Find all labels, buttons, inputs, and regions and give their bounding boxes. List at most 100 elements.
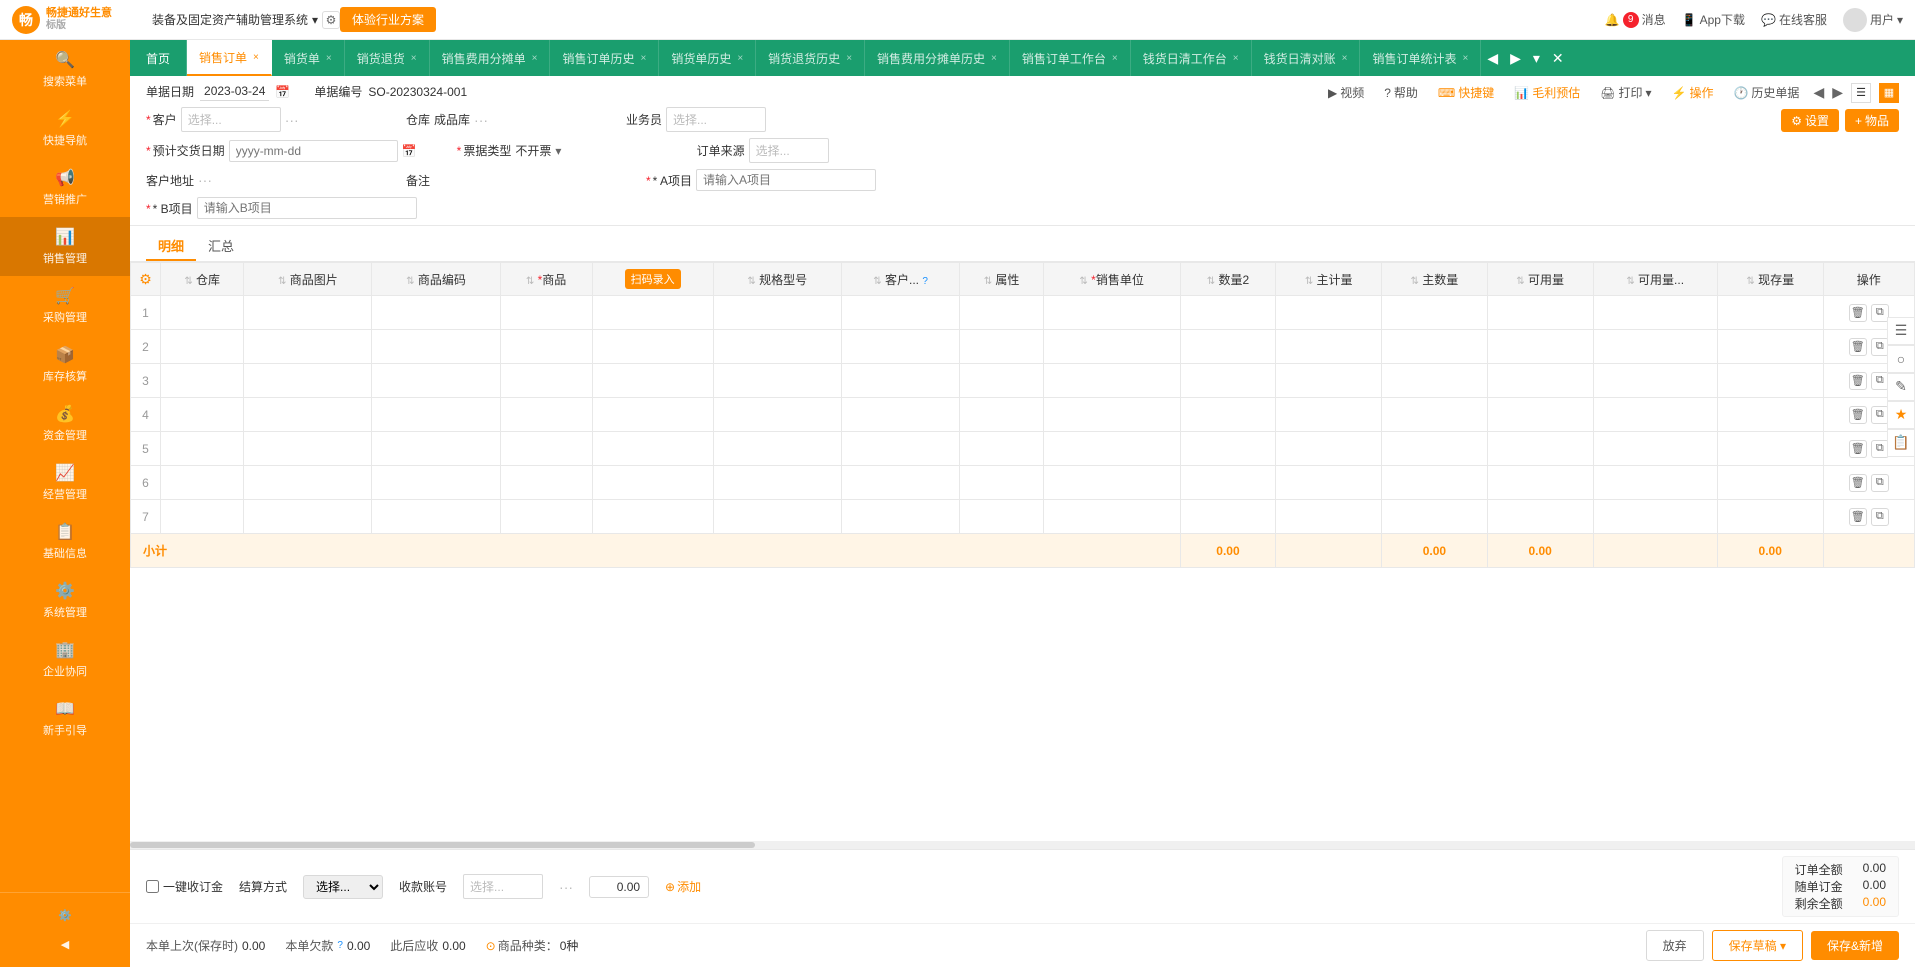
tab-close-goods-receipt[interactable]: × — [326, 53, 332, 64]
account-input[interactable]: 选择... — [463, 874, 543, 899]
profit-button[interactable]: 📊 毛利预估 — [1508, 82, 1586, 103]
sidebar-item-guide[interactable]: 📖 新手引导 — [0, 689, 130, 748]
payment-amount[interactable]: 0.00 — [589, 876, 649, 898]
row-2-main-qty[interactable] — [1382, 330, 1488, 364]
tab-stats[interactable]: 销售订单统计表 × — [1360, 40, 1481, 76]
row-5-customer-code[interactable] — [841, 432, 960, 466]
print-dropdown-icon[interactable]: ▾ — [1645, 86, 1651, 100]
tab-return-history[interactable]: 销货退货历史 × — [756, 40, 865, 76]
goods-button[interactable]: + 物品 — [1845, 109, 1899, 132]
detail-tab-mingxi[interactable]: 明细 — [146, 232, 196, 261]
row-1-customer-code[interactable] — [841, 296, 960, 330]
float-list-btn[interactable]: ☰ — [1887, 317, 1915, 345]
customer-more-icon[interactable]: ··· — [285, 112, 299, 128]
sidebar-item-quick[interactable]: ⚡ 快捷导航 — [0, 99, 130, 158]
sidebar-item-operation[interactable]: 📈 经营管理 — [0, 453, 130, 512]
row-2-customer-code[interactable] — [841, 330, 960, 364]
row-4-goods[interactable] — [500, 398, 592, 432]
row-5-unit[interactable] — [1043, 432, 1180, 466]
table-scrollbar[interactable] — [130, 841, 1915, 849]
sidebar-item-enterprise[interactable]: 🏢 企业协同 — [0, 630, 130, 689]
row-3-main-unit[interactable] — [1276, 364, 1382, 398]
tab-cash-daily[interactable]: 钱货日清工作台 × — [1131, 40, 1252, 76]
row-2-spec[interactable] — [713, 330, 841, 364]
row-5-code[interactable] — [372, 432, 500, 466]
tab-next-button[interactable]: ▶ — [1504, 50, 1527, 67]
row-4-main-qty[interactable] — [1382, 398, 1488, 432]
a-project-input[interactable] — [696, 169, 876, 191]
row-2-goods[interactable] — [500, 330, 592, 364]
save-new-button[interactable]: 保存&新增 — [1811, 931, 1899, 960]
row-3-unit[interactable] — [1043, 364, 1180, 398]
account-more-icon[interactable]: ··· — [559, 879, 573, 895]
grid-view-button[interactable]: ▦ — [1879, 83, 1899, 103]
row-5-main-unit[interactable] — [1276, 432, 1382, 466]
row-1-attr[interactable] — [960, 296, 1043, 330]
row-2-warehouse[interactable] — [161, 330, 244, 364]
row-2-qty2[interactable] — [1180, 330, 1276, 364]
sidebar-item-stock[interactable]: 📦 库存核算 — [0, 335, 130, 394]
customer-input[interactable]: 选择... — [181, 107, 281, 132]
save-draft-dropdown-icon[interactable]: ▾ — [1780, 939, 1786, 953]
help-button[interactable]: ? 帮助 — [1378, 82, 1424, 103]
tab-close-order-history[interactable]: × — [640, 53, 646, 64]
row-3-customer-code[interactable] — [841, 364, 960, 398]
row-7-qty2[interactable] — [1180, 500, 1276, 534]
row-4-attr[interactable] — [960, 398, 1043, 432]
sidebar-item-marketing[interactable]: 📢 营销推广 — [0, 158, 130, 217]
tab-home[interactable]: 首页 — [130, 40, 187, 76]
prev-record-button[interactable]: ◀ — [1813, 84, 1824, 101]
tab-close-return-history[interactable]: × — [846, 53, 852, 64]
sidebar-settings-btn[interactable]: ⚙️ — [0, 901, 130, 930]
row-7-goods[interactable] — [500, 500, 592, 534]
column-settings-icon[interactable]: ⚙ — [139, 271, 152, 288]
row-7-main-qty[interactable] — [1382, 500, 1488, 534]
delivery-calendar-icon[interactable]: 📅 — [402, 144, 417, 158]
operation-button[interactable]: ⚡ 操作 — [1666, 82, 1720, 103]
row-2-delete-btn[interactable]: 🗑 — [1849, 338, 1867, 356]
sidebar-item-base[interactable]: 📋 基础信息 — [0, 512, 130, 571]
row-7-main-unit[interactable] — [1276, 500, 1382, 534]
row-6-main-unit[interactable] — [1276, 466, 1382, 500]
online-support-button[interactable]: 💬 在线客服 — [1761, 11, 1827, 28]
sidebar-collapse-btn[interactable]: ◀ — [0, 930, 130, 959]
row-4-unit[interactable] — [1043, 398, 1180, 432]
row-6-main-qty[interactable] — [1382, 466, 1488, 500]
row-6-spec[interactable] — [713, 466, 841, 500]
next-record-button[interactable]: ▶ — [1832, 84, 1843, 101]
row-5-attr[interactable] — [960, 432, 1043, 466]
row-4-delete-btn[interactable]: 🗑 — [1849, 406, 1867, 424]
row-3-qty2[interactable] — [1180, 364, 1276, 398]
row-7-spec[interactable] — [713, 500, 841, 534]
row-3-warehouse[interactable] — [161, 364, 244, 398]
industry-solution-button[interactable]: 体验行业方案 — [340, 7, 436, 32]
list-view-button[interactable]: ☰ — [1851, 83, 1871, 103]
row-7-attr[interactable] — [960, 500, 1043, 534]
customer-code-info-icon[interactable]: ? — [922, 276, 928, 287]
tab-close-return[interactable]: × — [411, 53, 417, 64]
row-7-delete-btn[interactable]: 🗑 — [1849, 508, 1867, 526]
print-button[interactable]: 🖨 打印 ▾ — [1594, 82, 1657, 103]
row-7-warehouse[interactable] — [161, 500, 244, 534]
row-1-main-qty[interactable] — [1382, 296, 1488, 330]
system-selector[interactable]: 装备及固定资产辅助管理系统 ▾ ⚙ — [152, 11, 340, 29]
row-5-warehouse[interactable] — [161, 432, 244, 466]
tab-cash-reconcile[interactable]: 钱货日清对账 × — [1252, 40, 1361, 76]
row-5-goods[interactable] — [500, 432, 592, 466]
sidebar-item-sales[interactable]: 📊 销售管理 — [0, 217, 130, 276]
row-4-code[interactable] — [372, 398, 500, 432]
row-1-delete-btn[interactable]: 🗑 — [1849, 304, 1867, 322]
tab-close-goods-history[interactable]: × — [737, 53, 743, 64]
add-account-button[interactable]: ⊕ 添加 — [665, 878, 701, 895]
save-draft-button[interactable]: 保存草稿 ▾ — [1712, 930, 1803, 961]
row-2-attr[interactable] — [960, 330, 1043, 364]
settings-icon[interactable]: ⚙ — [322, 11, 340, 29]
th-settings[interactable]: ⚙ — [131, 263, 161, 296]
scan-button[interactable]: 扫码录入 — [625, 269, 681, 289]
settings-button[interactable]: ⚙ 设置 — [1781, 109, 1839, 132]
user-menu[interactable]: 用户 ▾ — [1843, 8, 1903, 32]
row-5-delete-btn[interactable]: 🗑 — [1849, 440, 1867, 458]
one-click-checkbox[interactable] — [146, 880, 159, 893]
row-4-main-unit[interactable] — [1276, 398, 1382, 432]
this-doc-info-icon[interactable]: ? — [337, 940, 343, 951]
